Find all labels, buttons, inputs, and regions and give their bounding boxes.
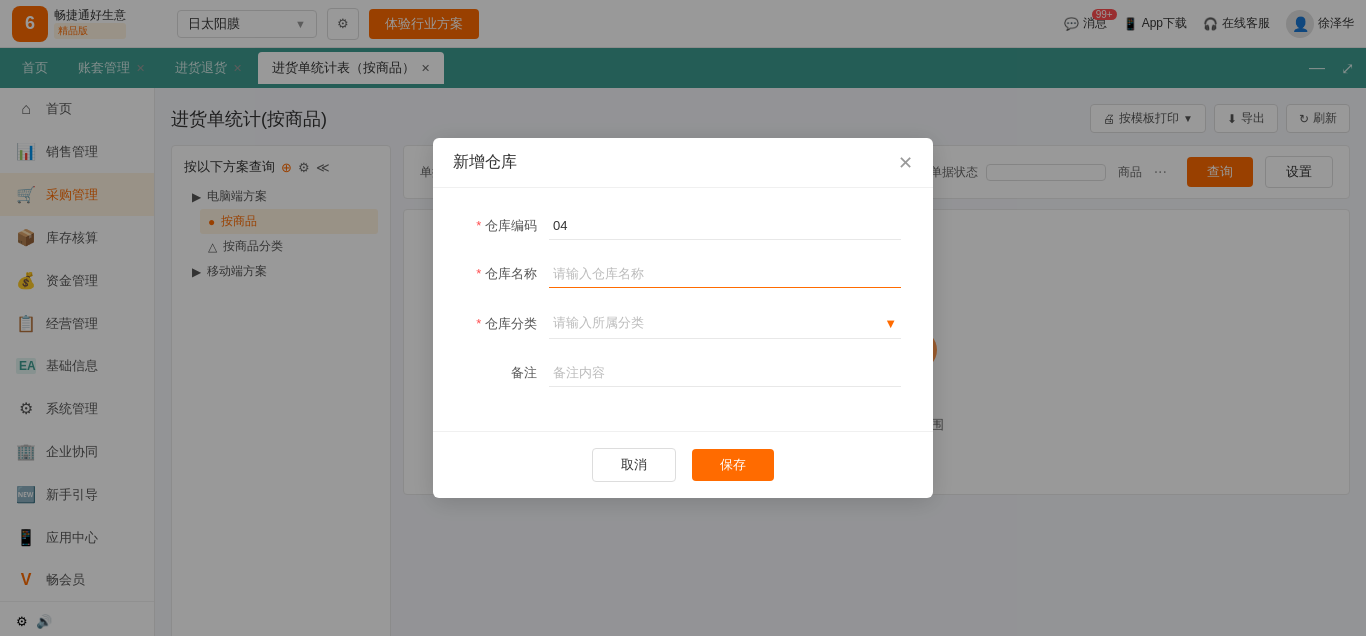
cancel-button[interactable]: 取消 bbox=[592, 448, 676, 482]
warehouse-category-placeholder: 请输入所属分类 bbox=[553, 314, 644, 332]
modal-body: 仓库编码 仓库名称 仓库分类 请输入所属分类 ▼ 备注 bbox=[433, 188, 933, 431]
remark-label: 备注 bbox=[465, 364, 537, 382]
modal-header: 新增仓库 ✕ bbox=[433, 138, 933, 188]
form-row-warehouse-code: 仓库编码 bbox=[465, 212, 901, 240]
new-warehouse-modal: 新增仓库 ✕ 仓库编码 仓库名称 仓库分类 请输入所属分类 ▼ bbox=[433, 138, 933, 498]
warehouse-name-input[interactable] bbox=[549, 260, 901, 288]
modal-overlay: 新增仓库 ✕ 仓库编码 仓库名称 仓库分类 请输入所属分类 ▼ bbox=[0, 0, 1366, 636]
modal-close-button[interactable]: ✕ bbox=[898, 154, 913, 172]
remark-input[interactable] bbox=[549, 359, 901, 387]
form-row-warehouse-name: 仓库名称 bbox=[465, 260, 901, 288]
warehouse-category-select[interactable]: 请输入所属分类 ▼ bbox=[549, 308, 901, 339]
warehouse-code-label: 仓库编码 bbox=[465, 217, 537, 235]
warehouse-code-input[interactable] bbox=[549, 212, 901, 240]
form-row-remark: 备注 bbox=[465, 359, 901, 387]
modal-footer: 取消 保存 bbox=[433, 431, 933, 498]
warehouse-category-label: 仓库分类 bbox=[465, 315, 537, 333]
save-button[interactable]: 保存 bbox=[692, 449, 774, 481]
warehouse-name-label: 仓库名称 bbox=[465, 265, 537, 283]
warehouse-category-arrow: ▼ bbox=[884, 316, 897, 331]
modal-title: 新增仓库 bbox=[453, 152, 517, 173]
form-row-warehouse-category: 仓库分类 请输入所属分类 ▼ bbox=[465, 308, 901, 339]
